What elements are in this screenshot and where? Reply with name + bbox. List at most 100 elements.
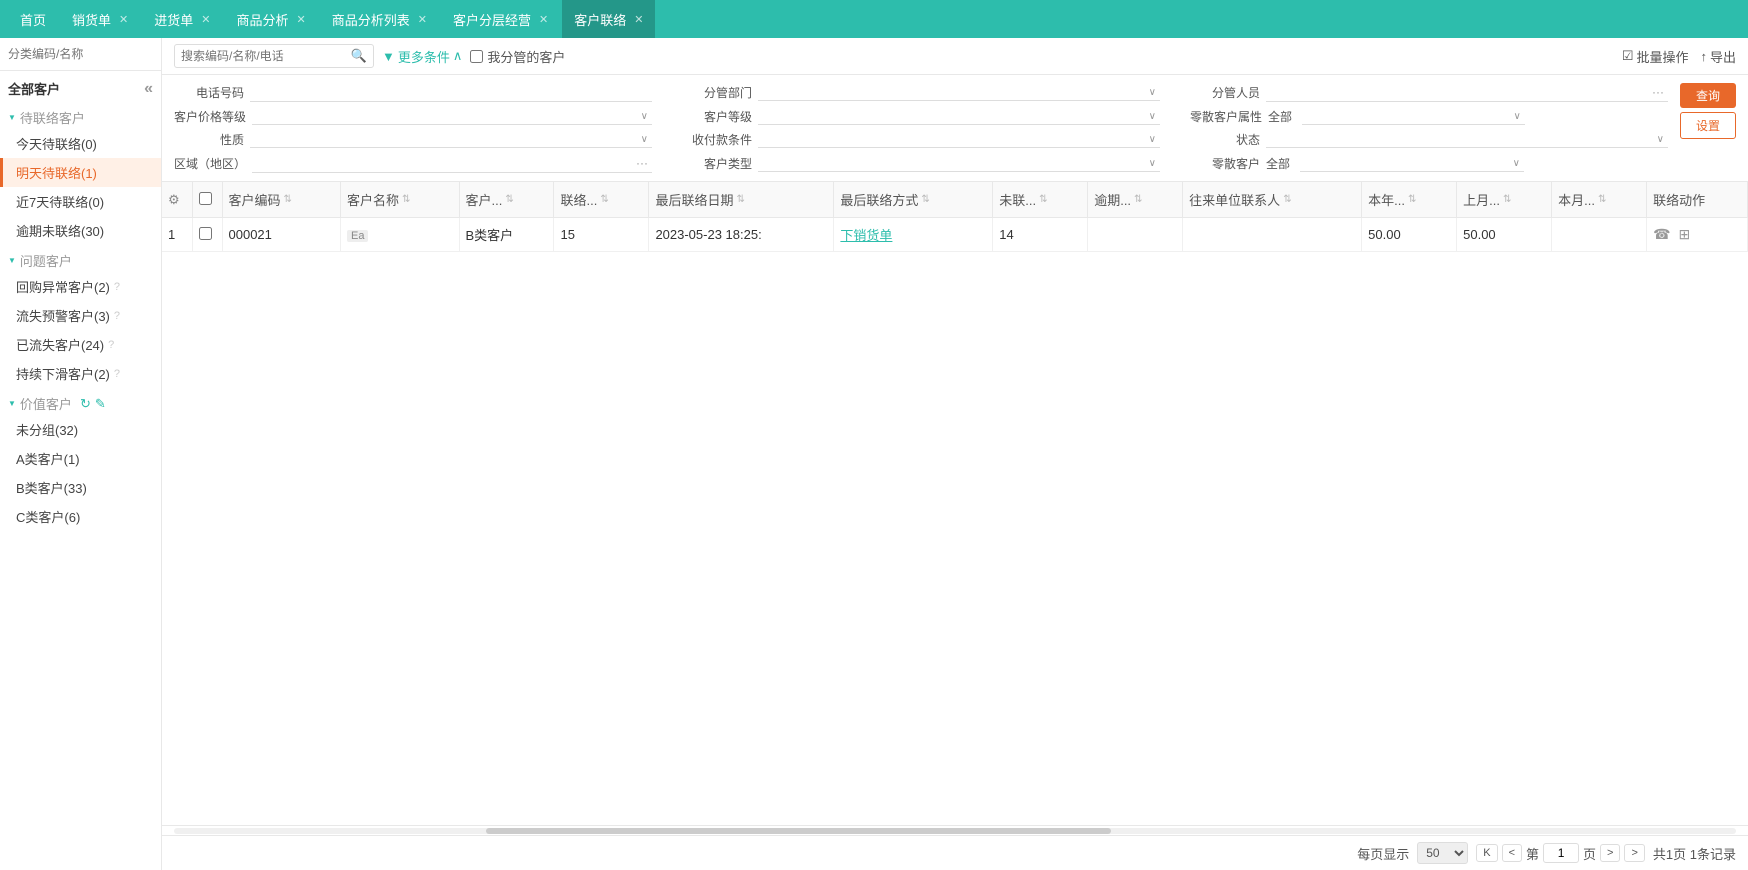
nav-product-analysis[interactable]: 商品分析 ✕ — [224, 0, 317, 38]
refresh-icon[interactable]: ↻ — [80, 396, 91, 412]
col-contact-count: 联络... ⇅ — [554, 182, 649, 218]
nav-product-analysis-list[interactable]: 商品分析列表 ✕ — [320, 0, 439, 38]
my-customer-checkbox[interactable] — [470, 50, 483, 63]
page-size-select[interactable]: 50 100 — [1417, 842, 1468, 864]
col-overdue: 逾期... ⇅ — [1088, 182, 1183, 218]
filter-status-select[interactable]: ∨ — [1266, 132, 1668, 148]
filter-retail-cust-select[interactable]: ∨ — [1300, 156, 1524, 172]
close-icon[interactable]: ✕ — [201, 13, 210, 26]
sort-icon[interactable]: ⇅ — [921, 194, 929, 205]
filter-panel: 电话号码 分管部门 ∨ 分管人员 — [162, 75, 1748, 182]
export-icon: ↑ — [1700, 49, 1707, 64]
content-area: 🔍 ▼ 更多条件 ∧ 我分管的客户 ☑ 批量操作 ↑ 导出 — [162, 38, 1748, 870]
sidebar-item-churned[interactable]: 已流失客户(24) ? — [0, 330, 161, 359]
filter-phone-input[interactable] — [250, 83, 652, 102]
sort-icon[interactable]: ⇅ — [1283, 194, 1291, 205]
sidebar-item-tomorrow[interactable]: 明天待联络(1) — [0, 158, 161, 187]
scroll-track — [174, 828, 1736, 834]
last-method-link[interactable]: 下销货单 — [840, 228, 892, 243]
page-label: 第 — [1526, 844, 1539, 863]
my-customer-checkbox-container[interactable]: 我分管的客户 — [470, 47, 565, 66]
page-input[interactable] — [1543, 843, 1579, 863]
nav-home[interactable]: 首页 — [8, 0, 58, 38]
search-icon[interactable]: 🔍 — [351, 48, 367, 64]
col-this-year: 本年... ⇅ — [1362, 182, 1457, 218]
cell-code: 000021 — [222, 218, 341, 252]
close-icon[interactable]: ✕ — [634, 13, 643, 26]
sort-icon[interactable]: ⇅ — [1503, 194, 1511, 205]
close-icon[interactable]: ✕ — [539, 13, 548, 26]
sidebar-item-class-b[interactable]: B类客户(33) — [0, 473, 161, 502]
next-page-btn[interactable]: > — [1600, 844, 1620, 862]
close-icon[interactable]: ✕ — [418, 13, 427, 26]
filter-payment-select[interactable]: ∨ — [758, 132, 1160, 148]
sidebar: 🔍 全部客户 « ▼ 待联络客户 今天待联络(0) 明天待联络(1) 近7天待联… — [0, 38, 162, 870]
last-page-btn[interactable]: > — [1624, 844, 1644, 862]
more-action-icon[interactable]: ⊞ — [1679, 226, 1691, 243]
triangle-icon: ▼ — [8, 113, 16, 122]
close-icon[interactable]: ✕ — [297, 13, 306, 26]
close-icon[interactable]: ✕ — [119, 13, 128, 26]
sidebar-item-overdue[interactable]: 逾期未联络(30) — [0, 216, 161, 245]
sidebar-item-7days[interactable]: 近7天待联络(0) — [0, 187, 161, 216]
nav-customer-contact[interactable]: 客户联络 ✕ — [562, 0, 655, 38]
filter-retail-attr-select[interactable]: ∨ — [1302, 109, 1525, 125]
sidebar-item-class-a[interactable]: A类客户(1) — [0, 444, 161, 473]
sidebar-search-input[interactable] — [8, 47, 162, 61]
horizontal-scrollbar[interactable] — [162, 825, 1748, 835]
sidebar-item-ungrouped[interactable]: 未分组(32) — [0, 415, 161, 444]
sidebar-item-declining[interactable]: 持续下滑客户(2) ? — [0, 359, 161, 388]
sidebar-item-churn-warning[interactable]: 流失预警客户(3) ? — [0, 301, 161, 330]
filter-dept-select[interactable]: ∨ — [758, 85, 1160, 101]
sidebar-item-today[interactable]: 今天待联络(0) — [0, 129, 161, 158]
filter-status-label: 状态 — [1190, 131, 1260, 148]
filter-manager-input[interactable]: ··· — [1266, 83, 1668, 102]
dropdown-arrow-icon: ∨ — [1513, 158, 1520, 169]
sidebar-item-repurchase-abnormal[interactable]: 回购异常客户(2) ? — [0, 272, 161, 301]
sidebar-item-class-c[interactable]: C类客户(6) — [0, 502, 161, 531]
sort-icon[interactable]: ⇅ — [1408, 194, 1416, 205]
nav-purchase-order[interactable]: 进货单 ✕ — [142, 0, 222, 38]
dropdown-arrow-icon: ∨ — [1657, 134, 1664, 145]
scroll-thumb[interactable] — [486, 828, 1111, 834]
filter-cust-type-select[interactable]: ∨ — [758, 156, 1160, 172]
sort-icon[interactable]: ⇅ — [402, 194, 410, 205]
filter-btn[interactable]: ▼ 更多条件 ∧ — [382, 47, 462, 66]
filter-region-input[interactable]: ··· — [252, 154, 652, 173]
sort-icon[interactable]: ⇅ — [1134, 194, 1142, 205]
filter-payment-label: 收付款条件 — [682, 131, 752, 148]
contact-action-icon[interactable]: ☎ — [1653, 226, 1670, 243]
edit-icon[interactable]: ✎ — [95, 396, 106, 412]
select-all-checkbox[interactable] — [199, 192, 212, 205]
sort-icon[interactable]: ⇅ — [600, 194, 608, 205]
dropdown-arrow-icon: ∨ — [1149, 134, 1156, 145]
sort-icon[interactable]: ⇅ — [505, 194, 513, 205]
filter-cust-level-select[interactable]: ∨ — [758, 109, 1160, 125]
filter-nature-select[interactable]: ∨ — [250, 132, 652, 148]
settings-button[interactable]: 设置 — [1680, 112, 1736, 139]
search-input[interactable] — [181, 49, 347, 63]
batch-op-button[interactable]: ☑ 批量操作 — [1622, 47, 1689, 66]
export-button[interactable]: ↑ 导出 — [1700, 47, 1736, 66]
prev-page-btn[interactable]: < — [1502, 844, 1522, 862]
filter-price-select[interactable]: ∨ — [252, 109, 652, 125]
cell-unit-contact — [1183, 218, 1362, 252]
all-customers-label[interactable]: 全部客户 — [8, 79, 60, 98]
sort-icon[interactable]: ⇅ — [284, 194, 292, 205]
cell-last-method: 下销货单 — [834, 218, 993, 252]
sort-icon[interactable]: ⇅ — [1039, 194, 1047, 205]
col-settings-icon[interactable]: ⚙ — [168, 192, 180, 207]
query-button[interactable]: 查询 — [1680, 83, 1736, 108]
cell-name: Ea — [341, 218, 460, 252]
data-table-container: ⚙ 客户编码 ⇅ 客户名称 — [162, 182, 1748, 825]
row-checkbox[interactable] — [199, 227, 212, 240]
table-header-row: ⚙ 客户编码 ⇅ 客户名称 — [162, 182, 1748, 218]
first-page-btn[interactable]: K — [1476, 844, 1497, 862]
sort-icon[interactable]: ⇅ — [736, 194, 744, 205]
sort-icon[interactable]: ⇅ — [1598, 194, 1606, 205]
collapse-icon[interactable]: « — [144, 80, 153, 98]
nav-sales-order[interactable]: 销货单 ✕ — [60, 0, 140, 38]
nav-customer-tiered[interactable]: 客户分层经营 ✕ — [441, 0, 560, 38]
table-row: 1 000021 Ea B类客户 15 2023-05-23 18:25: 下销… — [162, 218, 1748, 252]
triangle-icon: ▼ — [8, 399, 16, 408]
